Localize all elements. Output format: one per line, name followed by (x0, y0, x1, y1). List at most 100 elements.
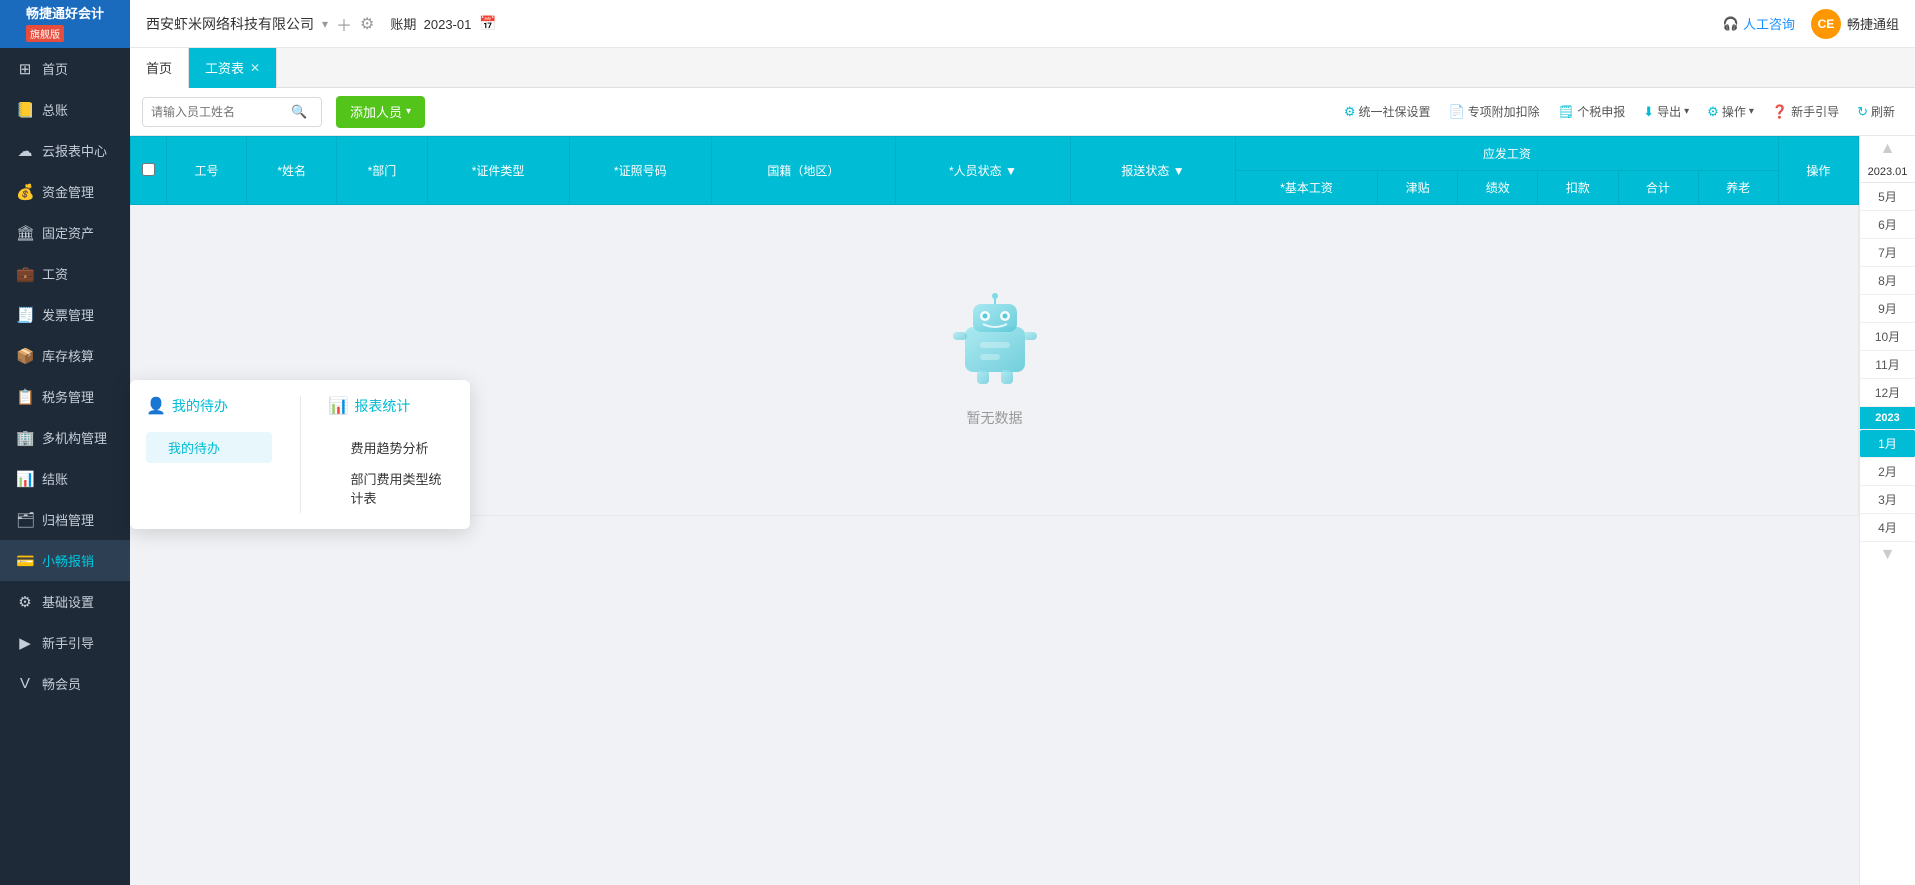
action-label-social-insurance: 统一社保设置 (1358, 103, 1430, 120)
search-icon[interactable]: 🔍 (291, 104, 307, 120)
sidebar-label-cloud-report: 云报表中心 (42, 141, 107, 160)
company-dropdown-arrow[interactable]: ▾ (322, 17, 328, 31)
sidebar-icon-invoice: 🧾 (16, 306, 34, 324)
company-name: 西安虾米网络科技有限公司 (146, 14, 314, 34)
sidebar-item-fund[interactable]: 💰资金管理 (0, 171, 130, 212)
toolbar-action-operations[interactable]: ⚙操作▾ (1699, 96, 1762, 128)
todo-title-label: 我的待办 (172, 396, 228, 416)
th-person-status: *人员状态 ▼ (895, 137, 1070, 205)
sidebar-icon-cloud-report: ☁ (16, 142, 34, 160)
month-item-12月[interactable]: 12月 (1860, 379, 1915, 407)
right-panel: ▲ 2023.01 5月6月7月8月9月10月11月12月20231月2月3月4… (1859, 136, 1915, 885)
month-item-3月[interactable]: 3月 (1860, 486, 1915, 514)
month-item-1月[interactable]: 1月 (1860, 430, 1915, 458)
calendar-icon[interactable]: 📅 (479, 15, 496, 32)
month-nav-down[interactable]: ▼ (1860, 542, 1915, 568)
sidebar-icon-home: ⊞ (16, 60, 34, 78)
period-label: 账期 2023-01 (390, 14, 471, 33)
sidebar-item-archive[interactable]: 🗂 归档管理 (0, 499, 130, 540)
month-item-5月[interactable]: 5月 (1860, 183, 1915, 211)
toolbar-action-new-guide[interactable]: ❓新手引导 (1764, 96, 1847, 128)
popup-menu: 👤 我的待办 我的待办 📊 报表统计 费用趋势分析 部门费用类型统计表 (130, 380, 470, 529)
app-name: 畅捷通好会计 (26, 6, 104, 23)
toolbar-action-social-insurance[interactable]: ⚙统一社保设置 (1336, 96, 1439, 128)
tab-close-btn[interactable]: ✕ (250, 61, 260, 75)
headset-icon: 🎧 (1723, 16, 1739, 32)
sidebar-label-tax: 税务管理 (42, 387, 94, 406)
popup-report-title: 📊 报表统计 (329, 396, 455, 422)
action-icon-social-insurance: ⚙ (1344, 104, 1356, 120)
toolbar: 🔍 添加人员 ▾ ⚙统一社保设置📄专项附加扣除🗒个税申报⬇导出▾⚙操作▾❓新手引… (130, 88, 1915, 136)
customer-service-btn[interactable]: 🎧 人工咨询 (1723, 14, 1795, 33)
tab-home[interactable]: 首页 (130, 48, 189, 88)
action-label-new-guide: 新手引导 (1791, 103, 1839, 120)
popup-item-dept-cost[interactable]: 部门费用类型统计表 (329, 463, 455, 513)
th-deduction: 扣款 (1538, 171, 1618, 205)
sidebar-label-new-guide: 新手引导 (42, 633, 94, 652)
th-job-num: 工号 (167, 137, 247, 205)
sidebar-label-archive: 归档管理 (42, 510, 94, 529)
sidebar-item-basic-settings[interactable]: ⚙基础设置 (0, 581, 130, 622)
sidebar-icon-fund: 💰 (16, 183, 34, 201)
toolbar-action-export[interactable]: ⬇导出▾ (1635, 96, 1697, 128)
sidebar-item-cloud-report[interactable]: ☁ 云报表中心 (0, 130, 130, 171)
month-item-7月[interactable]: 7月 (1860, 239, 1915, 267)
sidebar-item-home[interactable]: ⊞首页 (0, 48, 130, 89)
sidebar-icon-settlement: 📊 (16, 470, 34, 488)
month-item-9月[interactable]: 9月 (1860, 295, 1915, 323)
sidebar-item-multi-org[interactable]: 🏢多机构管理 (0, 417, 130, 458)
avatar: CE (1811, 9, 1841, 39)
month-item-8月[interactable]: 8月 (1860, 267, 1915, 295)
tab-salary-table[interactable]: 工资表 ✕ (189, 48, 277, 88)
sidebar-item-ledger[interactable]: 📒总账 (0, 89, 130, 130)
sidebar-icon-inventory: 📦 (16, 347, 34, 365)
month-item-10月[interactable]: 10月 (1860, 323, 1915, 351)
sidebar-icon-archive: 🗂 (16, 511, 34, 529)
month-item-4月[interactable]: 4月 (1860, 514, 1915, 542)
sidebar-item-member[interactable]: V畅会员 (0, 663, 130, 704)
sidebar-item-tax[interactable]: 📋税务管理 (0, 376, 130, 417)
sidebar-icon-fixed-assets: 🏛 (16, 224, 34, 242)
month-item-11月[interactable]: 11月 (1860, 351, 1915, 379)
user-menu-btn[interactable]: CE 畅捷通组 (1811, 9, 1899, 39)
month-nav-up[interactable]: ▲ (1860, 136, 1915, 162)
popup-col-report: 📊 报表统计 费用趋势分析 部门费用类型统计表 (329, 396, 455, 513)
popup-divider (300, 396, 301, 513)
month-item-2月[interactable]: 2月 (1860, 458, 1915, 486)
search-input[interactable] (151, 105, 291, 119)
popup-item-cost-trend[interactable]: 费用趋势分析 (329, 432, 455, 463)
th-pension: 养老 (1698, 171, 1778, 205)
sidebar-label-basic-settings: 基础设置 (42, 592, 94, 611)
sidebar-item-invoice[interactable]: 🧾 发票管理 (0, 294, 130, 335)
sidebar-item-new-guide[interactable]: ▶新手引导 (0, 622, 130, 663)
toolbar-action-refresh[interactable]: ↻刷新 (1849, 96, 1903, 128)
sidebar-label-settlement: 结账 (42, 469, 68, 488)
sidebar-item-fixed-assets[interactable]: 🏛固定资产 (0, 212, 130, 253)
popup-todo-title: 👤 我的待办 (146, 396, 272, 422)
sidebar-label-invoice: 发票管理 (42, 305, 94, 324)
sidebar-item-inventory[interactable]: 📦库存核算 (0, 335, 130, 376)
month-item-6月[interactable]: 6月 (1860, 211, 1915, 239)
sidebar-item-settlement[interactable]: 📊 结账 (0, 458, 130, 499)
report-icon: 📊 (329, 396, 349, 416)
todo-icon: 👤 (146, 396, 166, 416)
popup-item-my-todo[interactable]: 我的待办 (146, 432, 272, 463)
sidebar-label-multi-org: 多机构管理 (42, 428, 107, 447)
username: 畅捷通组 (1847, 14, 1899, 33)
company-settings-btn[interactable]: ⚙ (360, 14, 374, 34)
th-total: 合计 (1618, 171, 1698, 205)
period-value: 2023-01 (424, 17, 472, 32)
add-person-btn[interactable]: 添加人员 ▾ (336, 96, 425, 128)
toolbar-action-special-deduction[interactable]: 📄专项附加扣除 (1440, 96, 1547, 128)
action-label-special-deduction: 专项附加扣除 (1468, 103, 1540, 120)
sidebar-label-member: 畅会员 (42, 674, 81, 693)
report-title-label: 报表统计 (354, 396, 410, 416)
sidebar-item-salary[interactable]: 💼工资 (0, 253, 130, 294)
th-id-type: *证件类型 (427, 137, 569, 205)
add-company-btn[interactable]: ＋ (336, 12, 352, 36)
sidebar-item-xiao-chang[interactable]: 💳小畅报销 (0, 540, 130, 581)
th-nation: 国籍（地区） (711, 137, 895, 205)
action-icon-operations: ⚙ (1707, 104, 1719, 120)
select-all-checkbox[interactable] (142, 163, 155, 176)
toolbar-action-tax-declaration[interactable]: 🗒个税申报 (1550, 96, 1634, 128)
